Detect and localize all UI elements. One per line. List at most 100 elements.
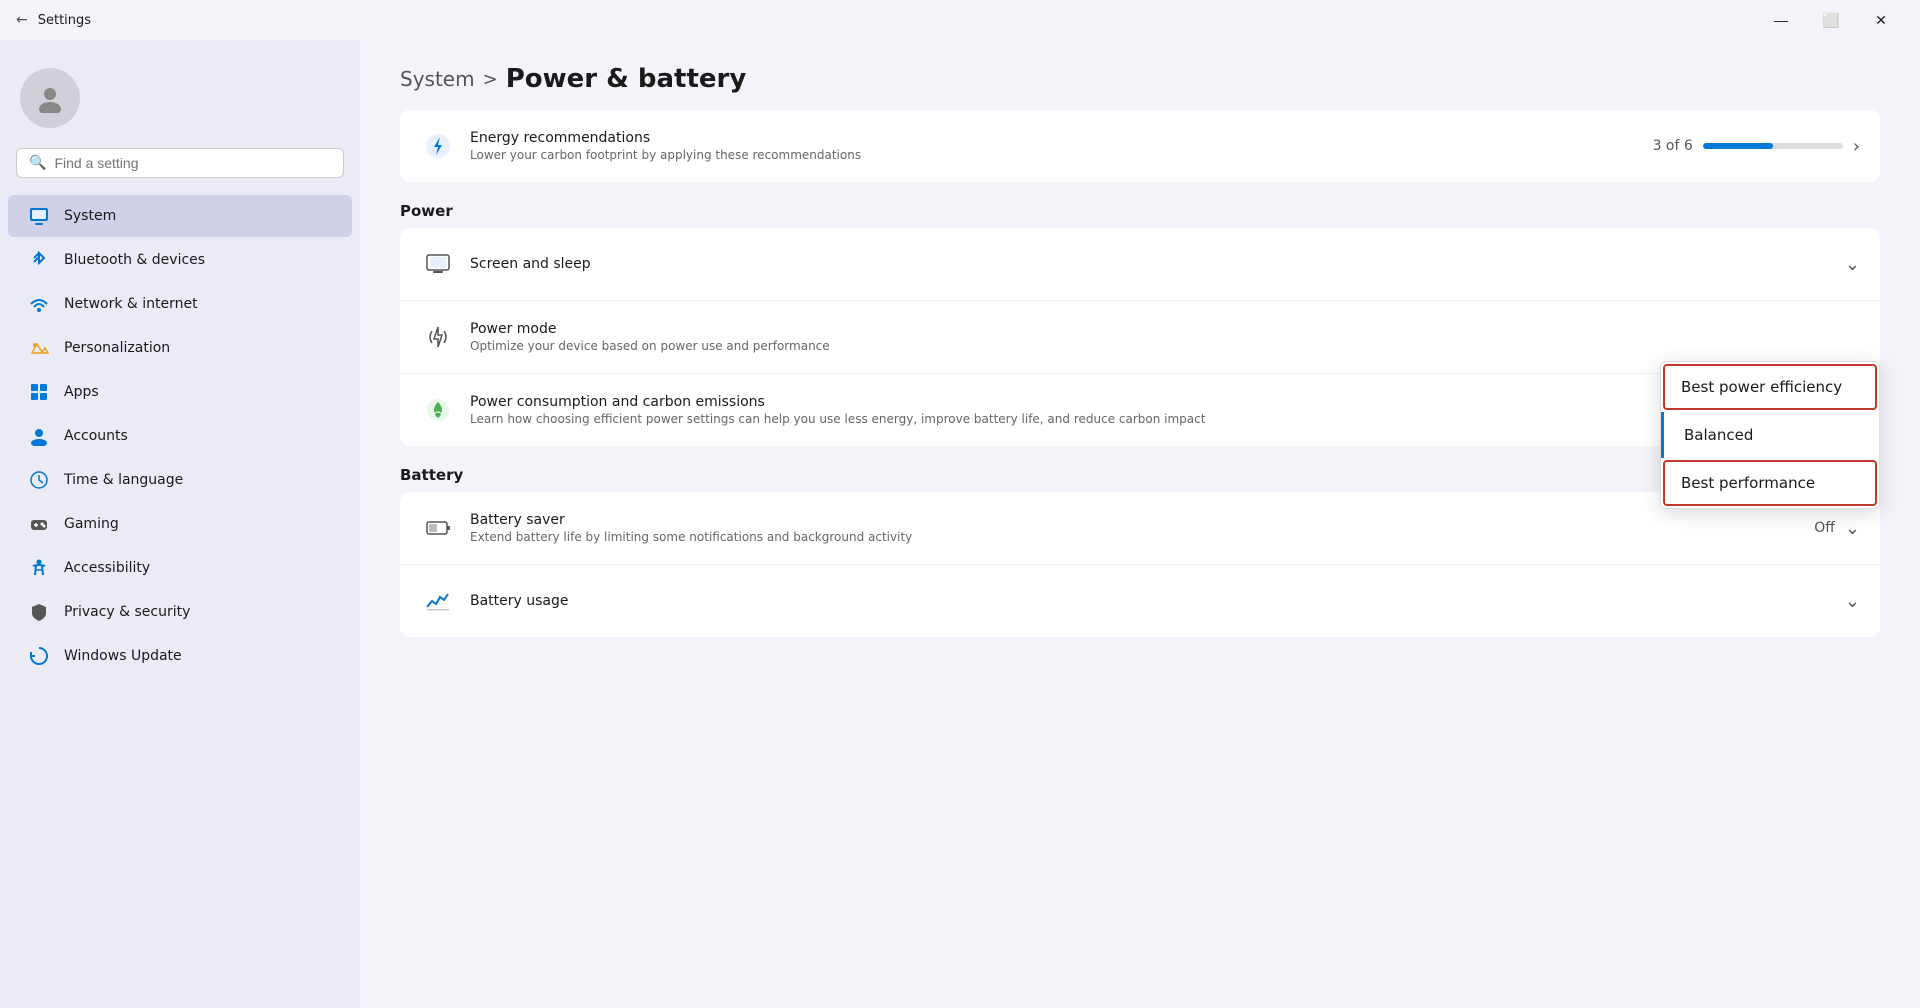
main-content: System > Power & battery Energy recommen… (360, 40, 1920, 1008)
sidebar-item-accessibility[interactable]: Accessibility (8, 547, 352, 589)
sidebar-accessibility-label: Accessibility (64, 560, 150, 576)
energy-card: Energy recommendations Lower your carbon… (400, 110, 1880, 182)
sidebar-accounts-label: Accounts (64, 428, 128, 444)
sidebar-bluetooth-label: Bluetooth & devices (64, 252, 205, 268)
energy-progress: 3 of 6 (1653, 138, 1693, 154)
energy-recommendations-row[interactable]: Energy recommendations Lower your carbon… (400, 110, 1880, 182)
battery-saver-icon (420, 510, 456, 546)
breadcrumb-separator: > (483, 69, 498, 90)
power-consumption-subtitle: Learn how choosing efficient power setti… (470, 412, 1849, 426)
power-consumption-icon (420, 392, 456, 428)
power-mode-icon (420, 319, 456, 355)
power-section-title: Power (400, 202, 1880, 220)
screen-sleep-icon (420, 246, 456, 282)
personalization-icon (28, 337, 50, 359)
sidebar-item-gaming[interactable]: Gaming (8, 503, 352, 545)
battery-usage-row[interactable]: Battery usage (400, 565, 1880, 637)
energy-text: Energy recommendations Lower your carbon… (470, 130, 1653, 162)
minimize-button[interactable]: — (1758, 4, 1804, 36)
power-consumption-row[interactable]: Power consumption and carbon emissions L… (400, 374, 1880, 446)
battery-saver-chevron (1845, 518, 1860, 539)
power-mode-row[interactable]: Power mode Optimize your device based on… (400, 301, 1880, 374)
best-performance-label: Best performance (1681, 474, 1815, 492)
sidebar-item-privacy[interactable]: Privacy & security (8, 591, 352, 633)
breadcrumb-current: Power & battery (506, 64, 747, 94)
screen-sleep-row[interactable]: Screen and sleep (400, 228, 1880, 301)
sidebar-windows-update-label: Windows Update (64, 648, 182, 664)
battery-saver-subtitle: Extend battery life by limiting some not… (470, 530, 1814, 544)
sidebar-item-accounts[interactable]: Accounts (8, 415, 352, 457)
battery-usage-icon (420, 583, 456, 619)
app-title: Settings (38, 13, 91, 28)
search-input[interactable] (54, 155, 331, 171)
search-icon: 🔍 (29, 155, 46, 171)
screen-sleep-right (1845, 254, 1860, 275)
sidebar-gaming-label: Gaming (64, 516, 119, 532)
sidebar-item-time[interactable]: Time & language (8, 459, 352, 501)
battery-usage-right (1845, 591, 1860, 612)
chevron-down-icon (1845, 254, 1860, 275)
sidebar-personalization-label: Personalization (64, 340, 170, 356)
sidebar-apps-label: Apps (64, 384, 99, 400)
breadcrumb-system[interactable]: System (400, 67, 475, 91)
dropdown-balanced[interactable]: Balanced (1661, 412, 1879, 458)
privacy-icon (28, 601, 50, 623)
energy-right: 3 of 6 (1653, 136, 1860, 157)
energy-progress-fill (1703, 143, 1773, 149)
chevron-right-icon (1853, 136, 1860, 157)
sidebar-item-apps[interactable]: Apps (8, 371, 352, 413)
power-consumption-text: Power consumption and carbon emissions L… (470, 394, 1849, 426)
energy-progress-bar-container (1703, 143, 1843, 149)
window-controls: — ⬜ ✕ (1758, 4, 1904, 36)
bluetooth-icon (28, 249, 50, 271)
user-avatar-area (0, 56, 360, 148)
power-mode-text: Power mode Optimize your device based on… (470, 321, 1860, 353)
energy-subtitle: Lower your carbon footprint by applying … (470, 148, 1653, 162)
system-icon (28, 205, 50, 227)
power-card: Screen and sleep Power mode Opti (400, 228, 1880, 446)
sidebar-item-bluetooth[interactable]: Bluetooth & devices (8, 239, 352, 281)
title-bar: ← Settings — ⬜ ✕ (0, 0, 1920, 40)
breadcrumb: System > Power & battery (400, 64, 1880, 94)
dropdown-best-performance[interactable]: Best performance (1663, 460, 1877, 506)
balanced-label: Balanced (1684, 426, 1753, 444)
accessibility-icon (28, 557, 50, 579)
time-icon (28, 469, 50, 491)
power-mode-title: Power mode (470, 321, 1860, 337)
sidebar-item-system[interactable]: System (8, 195, 352, 237)
apps-icon (28, 381, 50, 403)
dropdown-best-efficiency[interactable]: Best power efficiency (1663, 364, 1877, 410)
battery-usage-text: Battery usage (470, 593, 1845, 609)
screen-sleep-text: Screen and sleep (470, 256, 1845, 272)
gaming-icon (28, 513, 50, 535)
network-icon (28, 293, 50, 315)
battery-saver-title: Battery saver (470, 512, 1814, 528)
screen-sleep-title: Screen and sleep (470, 256, 1845, 272)
windows-update-icon (28, 645, 50, 667)
maximize-button[interactable]: ⬜ (1808, 4, 1854, 36)
avatar (20, 68, 80, 128)
battery-saver-row[interactable]: Battery saver Extend battery life by lim… (400, 492, 1880, 565)
sidebar-network-label: Network & internet (64, 296, 198, 312)
battery-section-title: Battery (400, 466, 1880, 484)
sidebar-item-windows-update[interactable]: Windows Update (8, 635, 352, 677)
sidebar-system-label: System (64, 208, 116, 224)
battery-saver-text: Battery saver Extend battery life by lim… (470, 512, 1814, 544)
energy-progress-bar (1703, 143, 1843, 149)
battery-saver-right: Off (1814, 518, 1860, 539)
best-efficiency-label: Best power efficiency (1681, 378, 1842, 396)
title-bar-left: ← Settings (16, 12, 91, 28)
accounts-icon (28, 425, 50, 447)
sidebar-item-personalization[interactable]: Personalization (8, 327, 352, 369)
sidebar: 🔍 System Bluetooth & devices (0, 40, 360, 1008)
battery-card: Battery saver Extend battery life by lim… (400, 492, 1880, 637)
back-icon[interactable]: ← (16, 12, 28, 28)
sidebar-privacy-label: Privacy & security (64, 604, 190, 620)
battery-usage-title: Battery usage (470, 593, 1845, 609)
close-button[interactable]: ✕ (1858, 4, 1904, 36)
sidebar-time-label: Time & language (64, 472, 183, 488)
sidebar-item-network[interactable]: Network & internet (8, 283, 352, 325)
app-body: 🔍 System Bluetooth & devices (0, 40, 1920, 1008)
power-mode-dropdown-menu: Best power efficiency Balanced Best perf… (1660, 361, 1880, 509)
search-box[interactable]: 🔍 (16, 148, 344, 178)
